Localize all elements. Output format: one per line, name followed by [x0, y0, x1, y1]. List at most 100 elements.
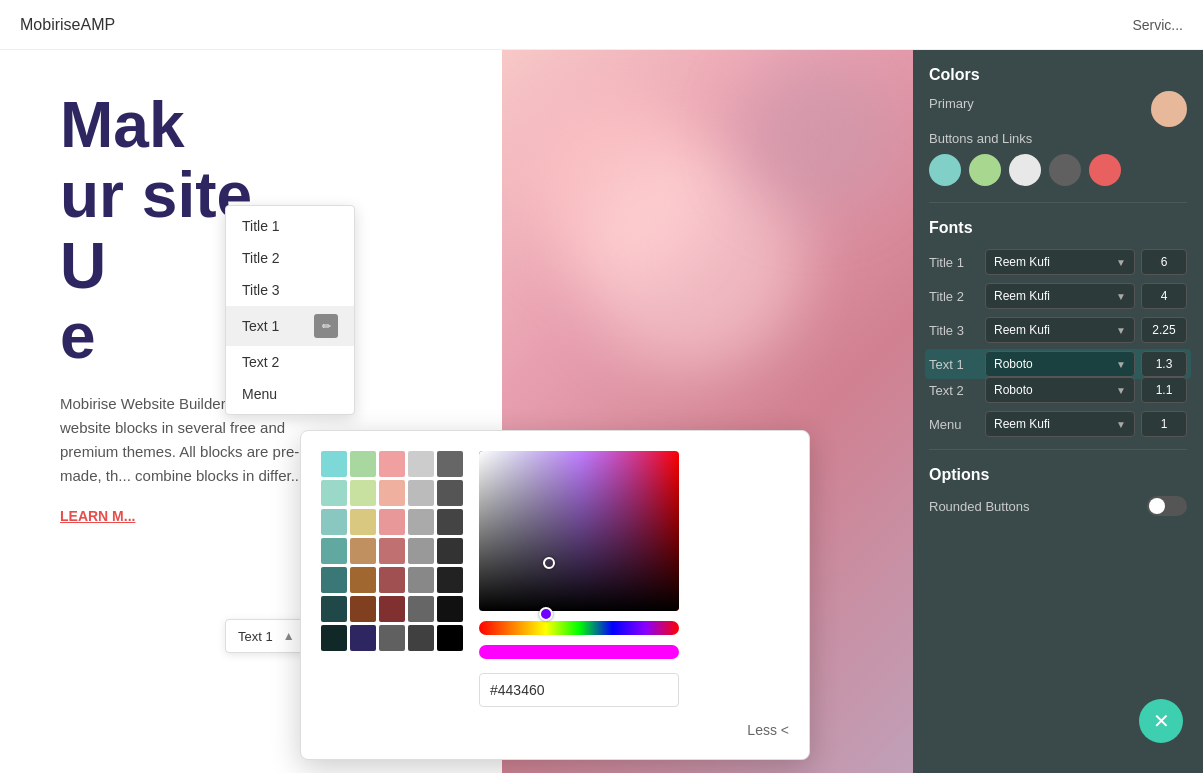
color-swatch[interactable] [437, 480, 463, 506]
color-swatch[interactable] [437, 596, 463, 622]
element-bar-arrow: ▲ [283, 629, 295, 643]
color-hex-input[interactable]: #443460 [479, 673, 679, 707]
color-swatches-grid [321, 451, 463, 707]
color-swatch[interactable] [379, 567, 405, 593]
primary-color-swatch[interactable] [1151, 91, 1187, 127]
color-swatch[interactable] [437, 451, 463, 477]
dropdown-item-title2[interactable]: Title 2 [226, 242, 354, 274]
chevron-down-icon: ▼ [1116, 419, 1126, 430]
font-size-menu[interactable]: 1 [1141, 411, 1187, 437]
font-size-title3[interactable]: 2.25 [1141, 317, 1187, 343]
font-label-menu: Menu [929, 417, 979, 432]
btn-color-1[interactable] [929, 154, 961, 186]
color-swatch[interactable] [408, 567, 434, 593]
color-swatch[interactable] [321, 625, 347, 651]
navbar: MobiriseAMP Servic... [0, 0, 1203, 50]
color-swatch[interactable] [350, 509, 376, 535]
color-swatch[interactable] [379, 480, 405, 506]
chevron-down-icon: ▼ [1116, 325, 1126, 336]
btn-color-3[interactable] [1009, 154, 1041, 186]
color-swatch[interactable] [350, 538, 376, 564]
font-size-title2[interactable]: 4 [1141, 283, 1187, 309]
edit-icon[interactable]: ✏ [314, 314, 338, 338]
color-swatch[interactable] [408, 625, 434, 651]
chevron-down-icon: ▼ [1116, 257, 1126, 268]
toggle-knob [1149, 498, 1165, 514]
rounded-buttons-toggle[interactable] [1147, 496, 1187, 516]
divider-1 [929, 202, 1187, 203]
font-size-title1[interactable]: 6 [1141, 249, 1187, 275]
gradient-picker[interactable] [479, 451, 679, 611]
color-swatch[interactable] [408, 509, 434, 535]
color-swatch[interactable] [321, 538, 347, 564]
font-select-title1[interactable]: Reem Kufi ▼ [985, 249, 1135, 275]
btn-color-2[interactable] [969, 154, 1001, 186]
hue-bar[interactable] [479, 621, 679, 635]
close-fab-button[interactable]: ✕ [1139, 699, 1183, 743]
font-label-title2: Title 2 [929, 289, 979, 304]
color-swatch[interactable] [408, 451, 434, 477]
color-swatch[interactable] [379, 625, 405, 651]
app-brand: MobiriseAMP [20, 16, 115, 34]
color-swatch[interactable] [437, 567, 463, 593]
dropdown-item-title3[interactable]: Title 3 [226, 274, 354, 306]
color-swatch[interactable] [437, 509, 463, 535]
colors-section: Colors Primary Buttons and Links [929, 66, 1187, 186]
hue-cursor [539, 607, 553, 621]
color-swatch[interactable] [321, 509, 347, 535]
color-swatch[interactable] [408, 538, 434, 564]
color-swatch[interactable] [321, 596, 347, 622]
chevron-down-icon: ▼ [1116, 359, 1126, 370]
font-row-title2: Title 2 Reem Kufi ▼ 4 [929, 283, 1187, 309]
color-picker-popup: #443460 Less < [300, 430, 810, 760]
font-row-title3: Title 3 Reem Kufi ▼ 2.25 [929, 317, 1187, 343]
font-size-text2[interactable]: 1.1 [1141, 377, 1187, 403]
primary-label: Primary [929, 96, 1187, 111]
fonts-title: Fonts [929, 219, 1187, 237]
color-swatch[interactable] [379, 509, 405, 535]
font-select-menu[interactable]: Reem Kufi ▼ [985, 411, 1135, 437]
font-label-title1: Title 1 [929, 255, 979, 270]
color-swatch[interactable] [321, 567, 347, 593]
chevron-down-icon: ▼ [1116, 385, 1126, 396]
color-swatch[interactable] [437, 538, 463, 564]
dropdown-item-title1[interactable]: Title 1 [226, 210, 354, 242]
color-swatch[interactable] [437, 625, 463, 651]
color-swatch[interactable] [379, 451, 405, 477]
right-panel: Colors Primary Buttons and Links Fonts T… [913, 50, 1203, 773]
color-swatch[interactable] [379, 596, 405, 622]
dropdown-item-text1[interactable]: Text 1 ✏ [226, 306, 354, 346]
color-swatch[interactable] [350, 625, 376, 651]
font-row-menu: Menu Reem Kufi ▼ 1 [929, 411, 1187, 437]
gradient-picker-area: #443460 [479, 451, 679, 707]
font-select-title3[interactable]: Reem Kufi ▼ [985, 317, 1135, 343]
color-swatch[interactable] [350, 480, 376, 506]
dropdown-item-menu[interactable]: Menu [226, 378, 354, 410]
button-color-row [929, 154, 1187, 186]
btn-color-5[interactable] [1089, 154, 1121, 186]
font-type-dropdown: Title 1 Title 2 Title 3 Text 1 ✏ Text 2 … [225, 205, 355, 415]
font-select-text1[interactable]: Roboto ▼ [985, 351, 1135, 377]
color-swatch[interactable] [350, 596, 376, 622]
options-section: Options Rounded Buttons [929, 466, 1187, 516]
bokeh-circle-3 [743, 60, 893, 210]
colors-title: Colors [929, 66, 1187, 84]
color-swatch[interactable] [350, 567, 376, 593]
gradient-black-overlay [479, 451, 679, 611]
fonts-section: Fonts Title 1 Reem Kufi ▼ 6 Title 2 Reem… [929, 219, 1187, 437]
font-select-text2[interactable]: Roboto ▼ [985, 377, 1135, 403]
less-button[interactable]: Less < [747, 722, 789, 738]
font-select-title2[interactable]: Reem Kufi ▼ [985, 283, 1135, 309]
buttons-links-label: Buttons and Links [929, 131, 1187, 146]
btn-color-4[interactable] [1049, 154, 1081, 186]
color-swatch[interactable] [408, 480, 434, 506]
color-swatch[interactable] [321, 451, 347, 477]
font-size-text1[interactable]: 1.3 [1141, 351, 1187, 377]
nav-links[interactable]: Servic... [1132, 17, 1183, 33]
color-swatch[interactable] [379, 538, 405, 564]
color-swatch[interactable] [350, 451, 376, 477]
dropdown-item-text2[interactable]: Text 2 [226, 346, 354, 378]
color-preview-bar [479, 645, 679, 659]
color-swatch[interactable] [321, 480, 347, 506]
color-swatch[interactable] [408, 596, 434, 622]
